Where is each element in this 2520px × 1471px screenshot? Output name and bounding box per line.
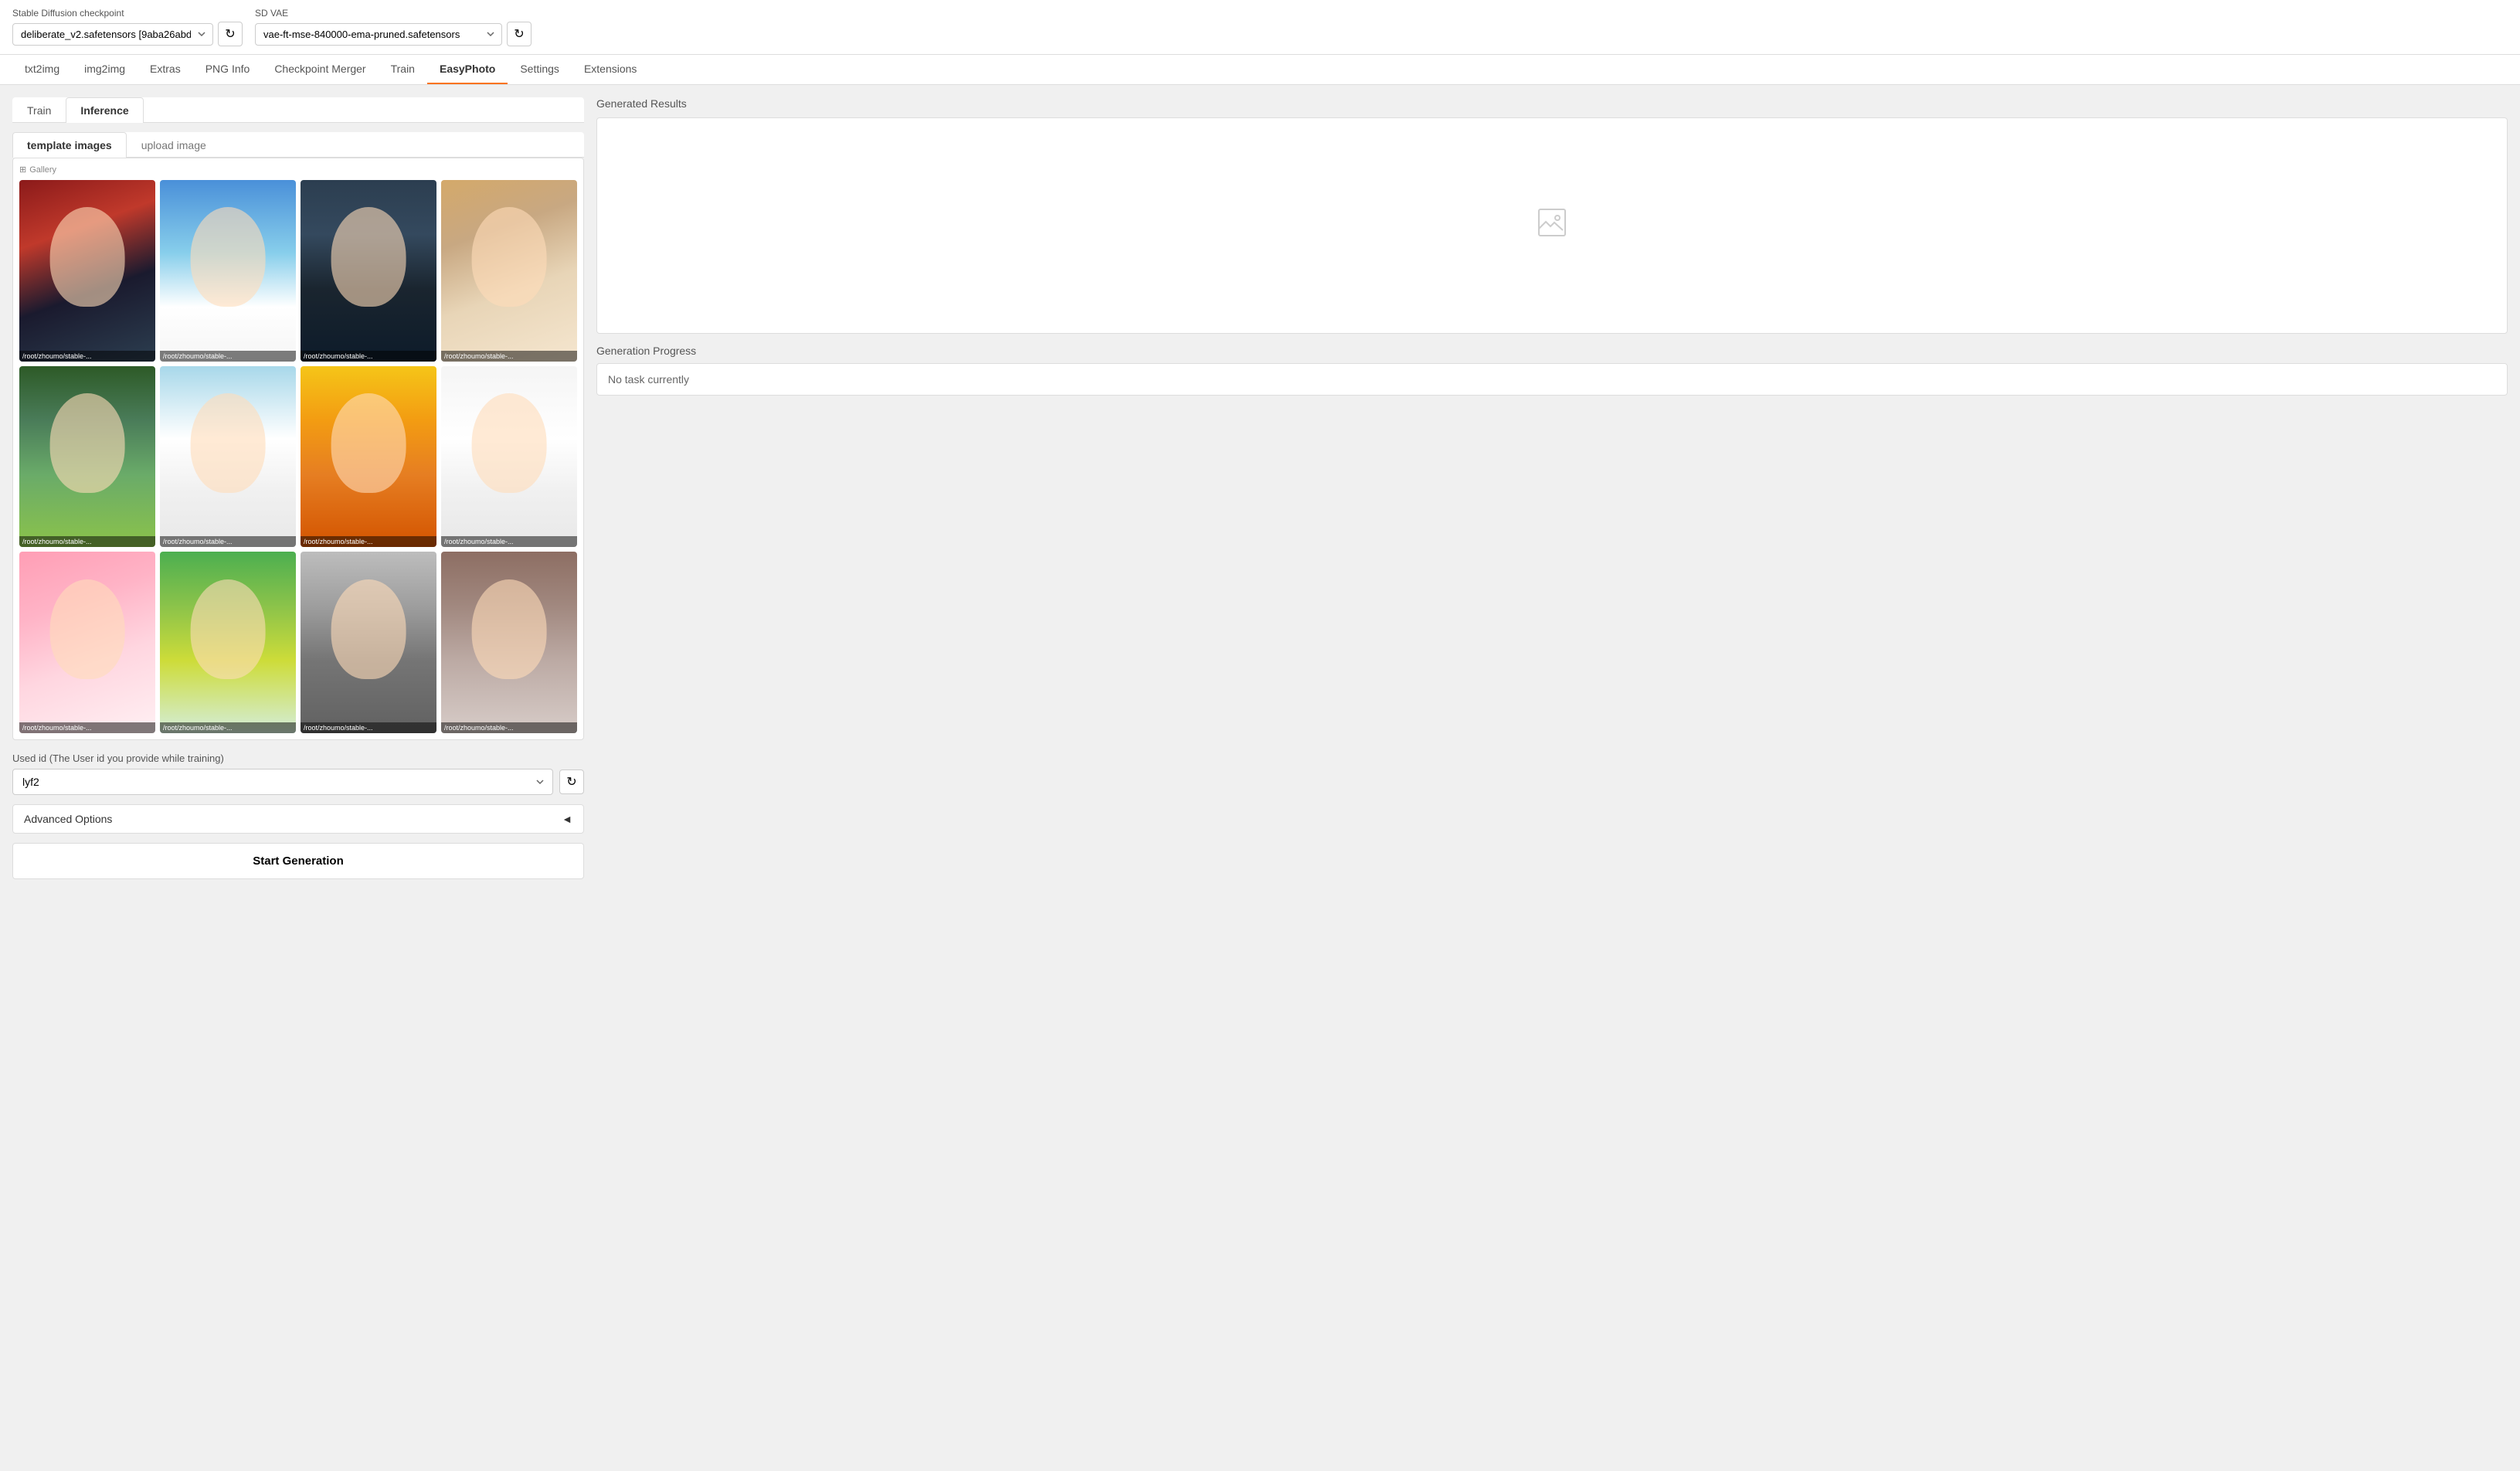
tab-extensions[interactable]: Extensions xyxy=(572,55,649,84)
checkpoint-select[interactable]: deliberate_v2.safetensors [9aba26abdf] xyxy=(12,23,213,46)
vae-section: SD VAE vae-ft-mse-840000-ema-pruned.safe… xyxy=(255,8,532,46)
tab-extras[interactable]: Extras xyxy=(138,55,193,84)
sub-tabs: Train Inference xyxy=(12,97,584,123)
vae-label: SD VAE xyxy=(255,8,532,19)
result-placeholder-icon xyxy=(1537,207,1567,244)
image-path-2: /root/zhoumo/stable-... xyxy=(160,351,296,362)
tab-checkpoint-merger[interactable]: Checkpoint Merger xyxy=(262,55,378,84)
list-item[interactable]: /root/zhoumo/stable-... xyxy=(19,366,155,548)
image-path-7: /root/zhoumo/stable-... xyxy=(301,536,436,547)
image-path-8: /root/zhoumo/stable-... xyxy=(441,536,577,547)
gallery-label: ⊞ Gallery xyxy=(19,165,56,175)
list-item[interactable]: /root/zhoumo/stable-... xyxy=(441,180,577,362)
top-bar: Stable Diffusion checkpoint deliberate_v… xyxy=(0,0,2520,55)
subtab-inference[interactable]: Inference xyxy=(66,97,143,123)
gallery-grid-icon: ⊞ xyxy=(19,165,26,175)
tab-png-info[interactable]: PNG Info xyxy=(193,55,263,84)
right-panel: Generated Results Generation Progress No… xyxy=(596,97,2508,879)
list-item[interactable]: /root/zhoumo/stable-... xyxy=(160,552,296,733)
left-panel: Train Inference template images upload i… xyxy=(12,97,584,879)
advanced-options: Advanced Options ◄ xyxy=(12,804,584,834)
list-item[interactable]: /root/zhoumo/stable-... xyxy=(160,366,296,548)
vae-refresh-icon: ↻ xyxy=(514,26,524,42)
image-path-3: /root/zhoumo/stable-... xyxy=(301,351,436,362)
image-path-10: /root/zhoumo/stable-... xyxy=(160,722,296,733)
advanced-options-label: Advanced Options xyxy=(24,813,112,825)
generated-results-box xyxy=(596,117,2508,334)
tab-train[interactable]: Train xyxy=(379,55,427,84)
checkpoint-section: Stable Diffusion checkpoint deliberate_v… xyxy=(12,8,243,46)
checkpoint-label: Stable Diffusion checkpoint xyxy=(12,8,243,19)
list-item[interactable]: /root/zhoumo/stable-... xyxy=(441,366,577,548)
list-item[interactable]: /root/zhoumo/stable-... xyxy=(160,180,296,362)
subtab-train[interactable]: Train xyxy=(12,97,66,123)
list-item[interactable]: /root/zhoumo/stable-... xyxy=(301,180,436,362)
user-id-row: lyf2 ↻ xyxy=(12,769,584,795)
tab-txt2img[interactable]: txt2img xyxy=(12,55,72,84)
image-path-12: /root/zhoumo/stable-... xyxy=(441,722,577,733)
tab-img2img[interactable]: img2img xyxy=(72,55,138,84)
vae-dropdown-row: vae-ft-mse-840000-ema-pruned.safetensors… xyxy=(255,22,532,46)
image-path-4: /root/zhoumo/stable-... xyxy=(441,351,577,362)
generation-progress-label: Generation Progress xyxy=(596,345,2508,357)
image-gallery-container: ⊞ Gallery /root/zhoumo/stable-... /root/… xyxy=(12,158,584,740)
generated-results-label: Generated Results xyxy=(596,97,2508,110)
vae-select[interactable]: vae-ft-mse-840000-ema-pruned.safetensors xyxy=(255,23,502,46)
tab-settings[interactable]: Settings xyxy=(508,55,572,84)
vae-refresh-button[interactable]: ↻ xyxy=(507,22,532,46)
image-path-11: /root/zhoumo/stable-... xyxy=(301,722,436,733)
user-id-label: Used id (The User id you provide while t… xyxy=(12,752,584,764)
user-id-section: Used id (The User id you provide while t… xyxy=(12,752,584,795)
list-item[interactable]: /root/zhoumo/stable-... xyxy=(301,552,436,733)
image-path-5: /root/zhoumo/stable-... xyxy=(19,536,155,547)
list-item[interactable]: /root/zhoumo/stable-... xyxy=(19,552,155,733)
list-item[interactable]: /root/zhoumo/stable-... xyxy=(301,366,436,548)
image-path-9: /root/zhoumo/stable-... xyxy=(19,722,155,733)
image-path-6: /root/zhoumo/stable-... xyxy=(160,536,296,547)
image-grid: /root/zhoumo/stable-... /root/zhoumo/sta… xyxy=(19,180,577,733)
main-content: Train Inference template images upload i… xyxy=(0,85,2520,892)
user-id-refresh-icon: ↻ xyxy=(566,774,576,790)
user-id-refresh-button[interactable]: ↻ xyxy=(559,769,584,794)
nav-tabs: txt2img img2img Extras PNG Info Checkpoi… xyxy=(0,55,2520,85)
list-item[interactable]: /root/zhoumo/stable-... xyxy=(441,552,577,733)
user-id-select[interactable]: lyf2 xyxy=(12,769,553,795)
image-path-1: /root/zhoumo/stable-... xyxy=(19,351,155,362)
template-tabs: template images upload image xyxy=(12,132,584,158)
refresh-icon: ↻ xyxy=(225,26,235,42)
start-generation-button[interactable]: Start Generation xyxy=(12,843,584,879)
advanced-options-arrow-icon: ◄ xyxy=(562,813,572,825)
generation-progress-box: No task currently xyxy=(596,363,2508,396)
tab-easyphoto[interactable]: EasyPhoto xyxy=(427,55,508,84)
no-task-text: No task currently xyxy=(608,373,689,386)
checkpoint-dropdown-row: deliberate_v2.safetensors [9aba26abdf] ↻ xyxy=(12,22,243,46)
tab-template-images[interactable]: template images xyxy=(12,132,127,158)
checkpoint-refresh-button[interactable]: ↻ xyxy=(218,22,243,46)
tab-upload-image[interactable]: upload image xyxy=(127,132,221,158)
list-item[interactable]: /root/zhoumo/stable-... xyxy=(19,180,155,362)
advanced-options-header[interactable]: Advanced Options ◄ xyxy=(13,805,583,833)
